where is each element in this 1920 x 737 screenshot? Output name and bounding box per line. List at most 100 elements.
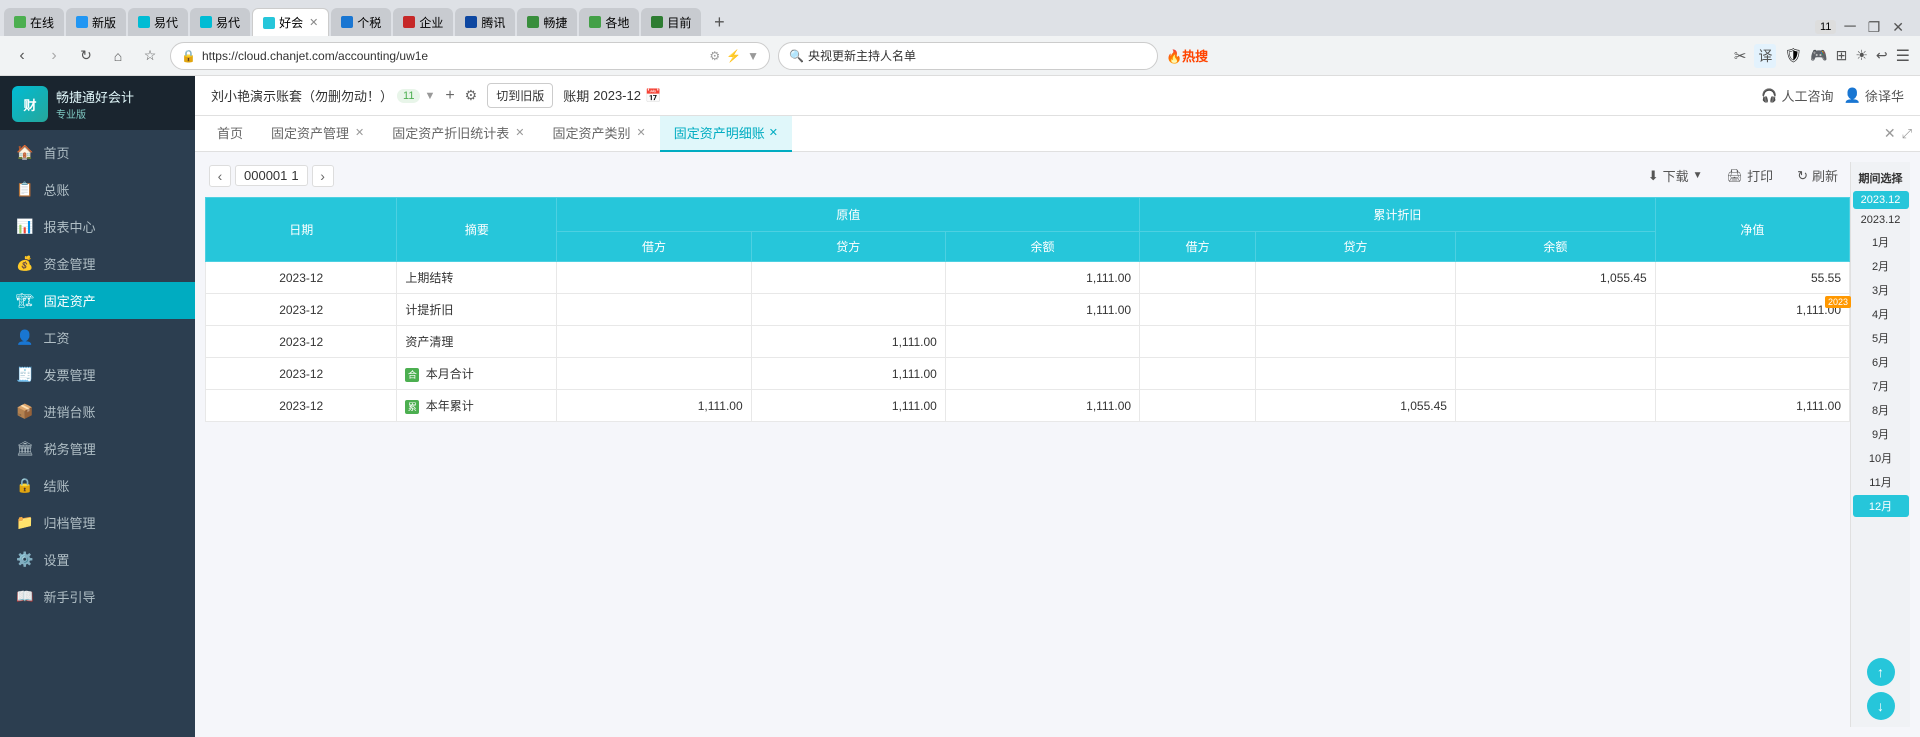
- grid-icon[interactable]: ⊞: [1836, 47, 1848, 64]
- sidebar-item-home[interactable]: 🏠 首页: [0, 134, 195, 171]
- period-item-nov[interactable]: 11月: [1853, 471, 1909, 493]
- sidebar-item-tax[interactable]: 🏛 税务管理: [0, 430, 195, 467]
- print-btn[interactable]: 🖨 打印: [1719, 162, 1782, 189]
- download-dropdown-icon: ▼: [1693, 170, 1703, 181]
- tab-haokuai-close[interactable]: ✕: [309, 16, 318, 29]
- period-item-2023-12-top[interactable]: 2023.12: [1853, 191, 1909, 209]
- sidebar-item-fund[interactable]: 💰 资金管理: [0, 245, 195, 282]
- service-btn[interactable]: 🎧 人工咨询: [1761, 86, 1833, 105]
- tab-add-btn[interactable]: +: [705, 8, 733, 36]
- brightness-icon[interactable]: ☀: [1855, 47, 1868, 64]
- sidebar-item-general-ledger[interactable]: 📋 总账: [0, 171, 195, 208]
- menu-icon[interactable]: ☰: [1896, 46, 1910, 66]
- plus-icon[interactable]: +: [445, 87, 454, 105]
- sidebar-item-payroll[interactable]: 👤 工资: [0, 319, 195, 356]
- address-dropdown-icon[interactable]: ▼: [747, 49, 759, 63]
- nav-bookmark-btn[interactable]: ☆: [138, 44, 162, 68]
- calendar-icon[interactable]: 📅: [645, 88, 661, 104]
- sidebar-item-invoice[interactable]: 🧾 发票管理: [0, 356, 195, 393]
- address-settings-icon[interactable]: ⚙: [709, 49, 720, 63]
- tab-fixed-assets-mgmt-close[interactable]: ✕: [355, 126, 364, 139]
- page-input[interactable]: 000001 1: [235, 165, 308, 186]
- content-win-controls: ✕ ⤢: [1884, 125, 1912, 142]
- translate-icon[interactable]: 译: [1754, 44, 1776, 68]
- period-info: 账期 2023-12 📅: [563, 86, 661, 105]
- period-item-sep[interactable]: 9月: [1853, 423, 1909, 445]
- download-btn[interactable]: ⬇ 下载 ▼: [1640, 162, 1711, 189]
- shield-icon[interactable]: 🛡: [1784, 47, 1802, 64]
- table-row: 2023-12 累 本年累计 1,111.00 1,111.00 1,111.0…: [206, 390, 1850, 422]
- history-icon[interactable]: ↩: [1876, 47, 1888, 64]
- brand-sub: 专业版: [56, 106, 134, 121]
- tab-gedi[interactable]: 各地: [579, 8, 639, 36]
- search-placeholder-text: 央视更新主持人名单: [808, 47, 916, 64]
- sidebar-item-settings[interactable]: ⚙️ 设置: [0, 541, 195, 578]
- period-item-feb[interactable]: 2月: [1853, 255, 1909, 277]
- period-value: 2023-12: [593, 88, 641, 103]
- tab-fixed-assets-mgmt[interactable]: 固定资产管理 ✕: [257, 116, 378, 152]
- tab-yidai2[interactable]: 易代: [190, 8, 250, 36]
- sidebar-menu: 🏠 首页 📋 总账 📊 报表中心 💰 资金管理 🏗 固定资产 👤 工资: [0, 130, 195, 737]
- tab-asset-category[interactable]: 固定资产类别 ✕: [538, 116, 659, 152]
- main-content: 刘小艳演示账套（勿删勿动！） 11 ▼ + ⚙ 切到旧版 账期 2023-12 …: [195, 76, 1920, 737]
- nav-refresh-btn[interactable]: ↻: [74, 44, 98, 68]
- nav-forward-btn[interactable]: ›: [42, 44, 66, 68]
- period-item-oct[interactable]: 10月: [1853, 447, 1909, 469]
- archive-icon: 📁: [16, 514, 33, 531]
- browser-close-icon[interactable]: ✕: [1888, 19, 1908, 36]
- nav-back-btn[interactable]: ‹: [10, 44, 34, 68]
- sidebar-item-reports[interactable]: 📊 报表中心: [0, 208, 195, 245]
- content-close-icon[interactable]: ✕: [1884, 125, 1896, 142]
- period-item-mar[interactable]: 3月: [1853, 279, 1909, 301]
- browser-restore-icon[interactable]: ❐: [1864, 19, 1885, 36]
- company-dropdown-icon[interactable]: ▼: [424, 90, 435, 102]
- switch-to-old-btn[interactable]: 切到旧版: [487, 83, 553, 108]
- user-info[interactable]: 👤 徐译华: [1844, 86, 1904, 105]
- hot-search-label[interactable]: 🔥热搜: [1166, 46, 1208, 65]
- fab-down-btn[interactable]: ↓: [1867, 692, 1895, 720]
- tab-depreciation-stat[interactable]: 固定资产折旧统计表 ✕: [378, 116, 538, 152]
- tab-haokuai[interactable]: 好会 ✕: [252, 8, 329, 36]
- sidebar-item-closing[interactable]: 🔒 结账: [0, 467, 195, 504]
- address-lightning-icon[interactable]: ⚡: [726, 49, 741, 63]
- tab-asset-category-close[interactable]: ✕: [637, 126, 646, 139]
- tab-asset-detail[interactable]: 固定资产明细账 ✕: [660, 116, 792, 152]
- sidebar-item-archive[interactable]: 📁 归档管理: [0, 504, 195, 541]
- game-icon[interactable]: 🎮: [1810, 47, 1827, 64]
- settings-circle-icon[interactable]: ⚙: [465, 87, 478, 104]
- nav-home-btn[interactable]: ⌂: [106, 44, 130, 68]
- app-container: 财 畅捷通好会计 专业版 🏠 首页 📋 总账 📊 报表中心 💰 资金管理: [0, 76, 1920, 737]
- period-item-jun[interactable]: 6月: [1853, 351, 1909, 373]
- period-item-jul[interactable]: 7月: [1853, 375, 1909, 397]
- tab-depreciation-stat-close[interactable]: ✕: [515, 126, 524, 139]
- browser-minimize-icon[interactable]: ─: [1840, 18, 1859, 36]
- company-selector[interactable]: 刘小艳演示账套（勿删勿动！） 11 ▼: [211, 86, 435, 105]
- fab-up-btn[interactable]: ↑: [1867, 658, 1895, 686]
- scissors-icon[interactable]: ✂: [1734, 47, 1747, 65]
- sidebar-item-guide[interactable]: 📖 新手引导: [0, 578, 195, 615]
- period-item-2023-12-2[interactable]: 2023.12: [1853, 211, 1909, 229]
- period-item-aug[interactable]: 8月: [1853, 399, 1909, 421]
- tab-new[interactable]: 新版: [66, 8, 126, 36]
- tab-online[interactable]: 在线: [4, 8, 64, 36]
- period-item-dec[interactable]: 12月: [1853, 495, 1909, 517]
- refresh-btn[interactable]: ↻ 刷新: [1789, 162, 1846, 189]
- tab-asset-detail-close[interactable]: ✕: [769, 126, 778, 139]
- period-item-may[interactable]: 5月: [1853, 327, 1909, 349]
- address-bar[interactable]: 🔒 https://cloud.chanjet.com/accounting/u…: [170, 42, 770, 70]
- sidebar-item-fixed-assets[interactable]: 🏗 固定资产: [0, 282, 195, 319]
- tab-tencent[interactable]: 腾讯: [455, 8, 515, 36]
- tab-muqian[interactable]: 目前: [641, 8, 701, 36]
- period-item-apr[interactable]: 4月: [1853, 303, 1909, 325]
- tab-changjie[interactable]: 畅捷: [517, 8, 577, 36]
- period-item-jan[interactable]: 1月: [1853, 231, 1909, 253]
- tab-geshui[interactable]: 个税: [331, 8, 391, 36]
- search-input-box[interactable]: 🔍 央视更新主持人名单: [778, 42, 1158, 70]
- prev-page-btn[interactable]: ‹: [209, 165, 231, 187]
- tab-home[interactable]: 首页: [203, 116, 257, 152]
- next-page-btn[interactable]: ›: [312, 165, 334, 187]
- tab-qiye[interactable]: 企业: [393, 8, 453, 36]
- content-maximize-icon[interactable]: ⤢: [1902, 126, 1912, 142]
- tab-yidai1[interactable]: 易代: [128, 8, 188, 36]
- sidebar-item-purchase-sale[interactable]: 📦 进销台账: [0, 393, 195, 430]
